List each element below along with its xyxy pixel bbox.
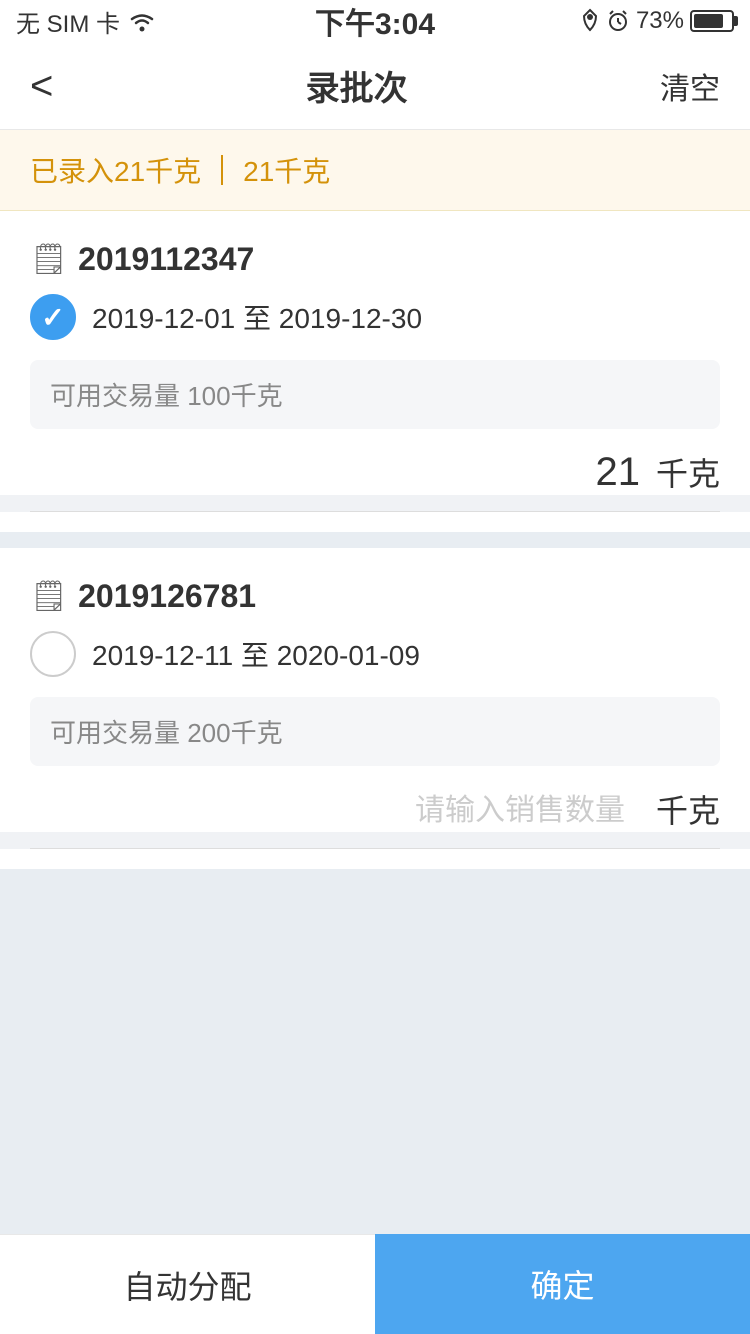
radio-unselected-2[interactable] [30,631,76,677]
back-button[interactable]: < [30,66,53,106]
card-row-1: 2019-12-01 至 2019-12-30 [30,294,720,340]
confirm-button[interactable]: 确定 [375,1234,750,1334]
date-range-2: 2019-12-11 至 2020-01-09 [92,634,420,674]
card-spacer-1 [0,512,750,532]
nav-bar: < 录批次 清空 [0,42,750,130]
batch-id-1: 2019112347 [78,241,254,278]
status-bar: 无 SIM 卡 下午3:04 73% [0,0,750,42]
card-header-1: 🗒 2019112347 [30,241,720,278]
carrier-text: 无 SIM 卡 [16,4,120,39]
clear-button[interactable]: 清空 [660,64,720,108]
status-right: 73% [580,7,734,35]
quantity-input-2[interactable] [30,791,640,828]
location-icon [580,8,600,34]
batch-icon-2: 🗒 [30,579,68,614]
date-range-1: 2019-12-01 至 2019-12-30 [92,297,422,337]
card-spacer-2 [0,849,750,869]
bottom-buttons: 自动分配 确定 [0,1234,750,1334]
card-header-2: 🗒 2019126781 [30,578,720,615]
card-row-2: 2019-12-11 至 2020-01-09 [30,631,720,677]
batch-card-1: 🗒 2019112347 2019-12-01 至 2019-12-30 可用交… [0,211,750,429]
auto-distribute-button[interactable]: 自动分配 [0,1234,375,1334]
status-left: 无 SIM 卡 [16,4,156,39]
radio-selected-1[interactable] [30,294,76,340]
availability-2: 可用交易量 200千克 [30,697,720,766]
wifi-icon [128,10,156,32]
recorded-value: 21千克 [243,150,330,190]
batch-id-2: 2019126781 [78,578,256,615]
availability-1: 可用交易量 100千克 [30,360,720,429]
empty-area [0,869,750,1234]
quantity-unit-1: 千克 [656,449,720,495]
battery-text: 73% [636,7,684,35]
page-title: 录批次 [306,61,408,110]
input-unit-2: 千克 [656,786,720,832]
recorded-label: 已录入21千克 [30,150,201,190]
content-area: 🗒 2019112347 2019-12-01 至 2019-12-30 可用交… [0,211,750,1334]
quantity-row-1: 21 千克 [0,429,750,495]
input-row-2: 千克 [0,766,750,832]
batch-icon-1: 🗒 [30,242,68,277]
quantity-value-1: 21 [595,450,640,495]
battery-icon [690,10,734,32]
alarm-icon [606,9,630,33]
section-separator [0,532,750,548]
banner-divider [221,155,223,185]
batch-card-2: 🗒 2019126781 2019-12-11 至 2020-01-09 可用交… [0,548,750,766]
status-time: 下午3:04 [315,0,435,43]
info-banner: 已录入21千克 21千克 [0,130,750,211]
